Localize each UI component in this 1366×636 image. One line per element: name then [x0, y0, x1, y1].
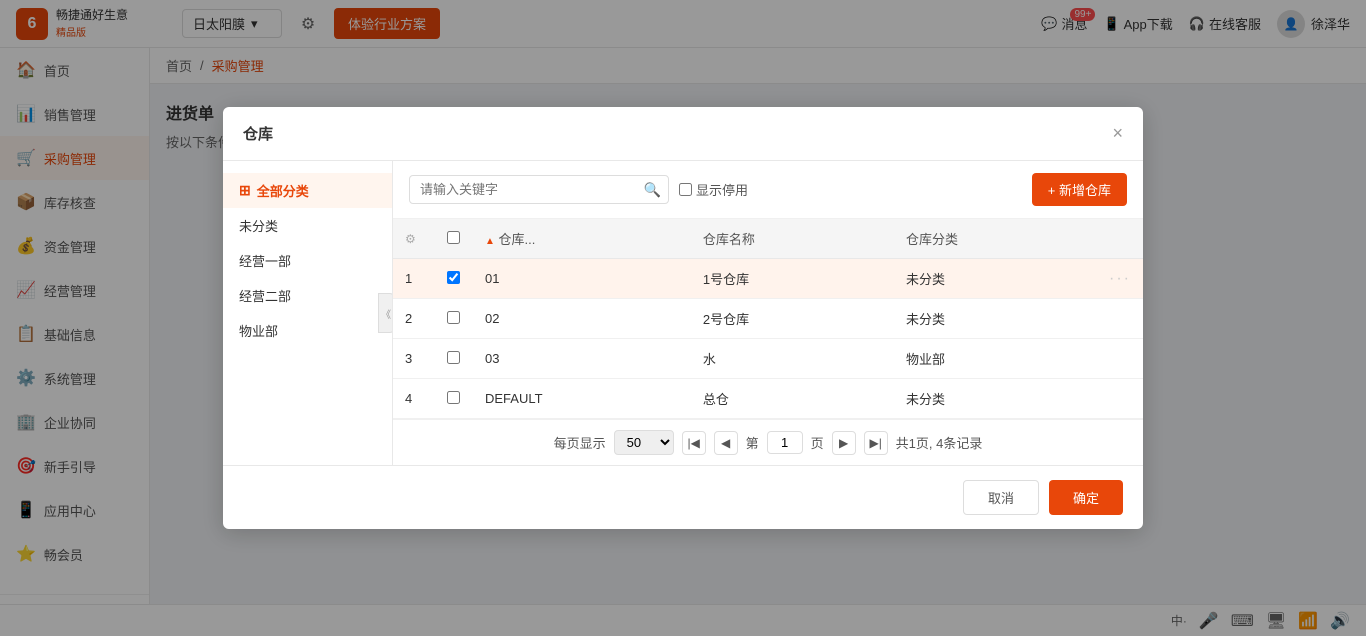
th-code: ▲ 仓库... — [473, 219, 691, 259]
th-checkbox — [433, 219, 473, 259]
row-checkbox[interactable] — [447, 271, 460, 284]
cancel-button[interactable]: 取消 — [963, 480, 1039, 515]
modal-footer: 取消 确定 — [223, 465, 1143, 529]
search-wrap: 🔍 — [409, 175, 669, 204]
table-row[interactable]: 1 01 1号仓库 未分类 ··· — [393, 259, 1143, 299]
th-category: 仓库分类 — [894, 219, 1097, 259]
row-code: 01 — [473, 259, 691, 299]
row-code: DEFAULT — [473, 379, 691, 419]
cat-item-all[interactable]: ⊞ 全部分类 — [223, 173, 392, 208]
row-category: 未分类 — [894, 259, 1097, 299]
more-actions-btn[interactable]: ··· — [1109, 270, 1131, 287]
row-category: 物业部 — [894, 339, 1097, 379]
category-panel: ⊞ 全部分类 未分类 经营一部 经营二部 物业部 《 — [223, 161, 393, 465]
pagination-bar: 每页显示 50 100 200 |◀ ◀ 第 页 ▶ ▶| 共1页, 4条记录 — [393, 419, 1143, 465]
row-checkbox-cell — [433, 299, 473, 339]
row-checkbox[interactable] — [447, 311, 460, 324]
row-name: 2号仓库 — [691, 299, 894, 339]
table-toolbar: 🔍 显示停用 + 新增仓库 — [393, 161, 1143, 219]
confirm-button[interactable]: 确定 — [1049, 480, 1123, 515]
modal-overlay: 仓库 × ⊞ 全部分类 未分类 经营一部 经营二部 — [0, 0, 1366, 636]
page-number-input[interactable] — [767, 431, 803, 454]
first-page-button[interactable]: |◀ — [682, 431, 706, 455]
table-panel: 🔍 显示停用 + 新增仓库 ⚙ — [393, 161, 1143, 465]
row-code: 03 — [473, 339, 691, 379]
show-disabled-input[interactable] — [679, 183, 692, 196]
select-all-checkbox[interactable] — [447, 231, 460, 244]
cat-item-ops2[interactable]: 经营二部 — [223, 278, 392, 313]
row-checkbox-cell — [433, 339, 473, 379]
row-checkbox-cell — [433, 379, 473, 419]
row-checkbox[interactable] — [447, 391, 460, 404]
row-name: 水 — [691, 339, 894, 379]
last-page-button[interactable]: ▶| — [864, 431, 888, 455]
row-num: 3 — [393, 339, 433, 379]
collapse-panel-button[interactable]: 《 — [378, 293, 393, 333]
table-row[interactable]: 4 DEFAULT 总仓 未分类 — [393, 379, 1143, 419]
row-category: 未分类 — [894, 299, 1097, 339]
row-category: 未分类 — [894, 379, 1097, 419]
row-checkbox-cell — [433, 259, 473, 299]
row-num: 1 — [393, 259, 433, 299]
search-icon-button[interactable]: 🔍 — [644, 181, 661, 198]
th-name: 仓库名称 — [691, 219, 894, 259]
sort-icon-code: ▲ — [485, 236, 495, 247]
show-disabled-checkbox[interactable]: 显示停用 — [679, 180, 748, 199]
row-actions — [1097, 379, 1143, 419]
data-table: ⚙ ▲ 仓库... 仓库名称 仓库分类 — [393, 219, 1143, 419]
modal-title: 仓库 — [243, 123, 273, 144]
prev-page-button[interactable]: ◀ — [714, 431, 738, 455]
th-settings: ⚙ — [393, 219, 433, 259]
search-input[interactable] — [409, 175, 669, 204]
table-row[interactable]: 2 02 2号仓库 未分类 — [393, 299, 1143, 339]
row-num: 2 — [393, 299, 433, 339]
row-checkbox[interactable] — [447, 351, 460, 364]
modal-close-button[interactable]: × — [1112, 123, 1123, 144]
table-body: 1 01 1号仓库 未分类 ··· 2 02 2号仓库 未分类 3 — [393, 259, 1143, 419]
grid-icon: ⊞ — [239, 182, 251, 199]
table-row[interactable]: 3 03 水 物业部 — [393, 339, 1143, 379]
cat-item-ops1[interactable]: 经营一部 — [223, 243, 392, 278]
cat-item-property[interactable]: 物业部 — [223, 313, 392, 348]
next-page-button[interactable]: ▶ — [832, 431, 856, 455]
add-warehouse-button[interactable]: + 新增仓库 — [1032, 173, 1127, 206]
row-name: 总仓 — [691, 379, 894, 419]
modal-header: 仓库 × — [223, 107, 1143, 161]
row-actions: ··· — [1097, 259, 1143, 299]
cat-item-uncat[interactable]: 未分类 — [223, 208, 392, 243]
settings-col-icon: ⚙ — [405, 232, 416, 246]
row-code: 02 — [473, 299, 691, 339]
page-size-select[interactable]: 50 100 200 — [614, 430, 674, 455]
row-actions — [1097, 339, 1143, 379]
table-header: ⚙ ▲ 仓库... 仓库名称 仓库分类 — [393, 219, 1143, 259]
th-actions — [1097, 219, 1143, 259]
row-actions — [1097, 299, 1143, 339]
modal-body: ⊞ 全部分类 未分类 经营一部 经营二部 物业部 《 — [223, 161, 1143, 465]
row-num: 4 — [393, 379, 433, 419]
warehouse-modal: 仓库 × ⊞ 全部分类 未分类 经营一部 经营二部 — [223, 107, 1143, 529]
row-name: 1号仓库 — [691, 259, 894, 299]
warehouse-table: ⚙ ▲ 仓库... 仓库名称 仓库分类 — [393, 219, 1143, 419]
